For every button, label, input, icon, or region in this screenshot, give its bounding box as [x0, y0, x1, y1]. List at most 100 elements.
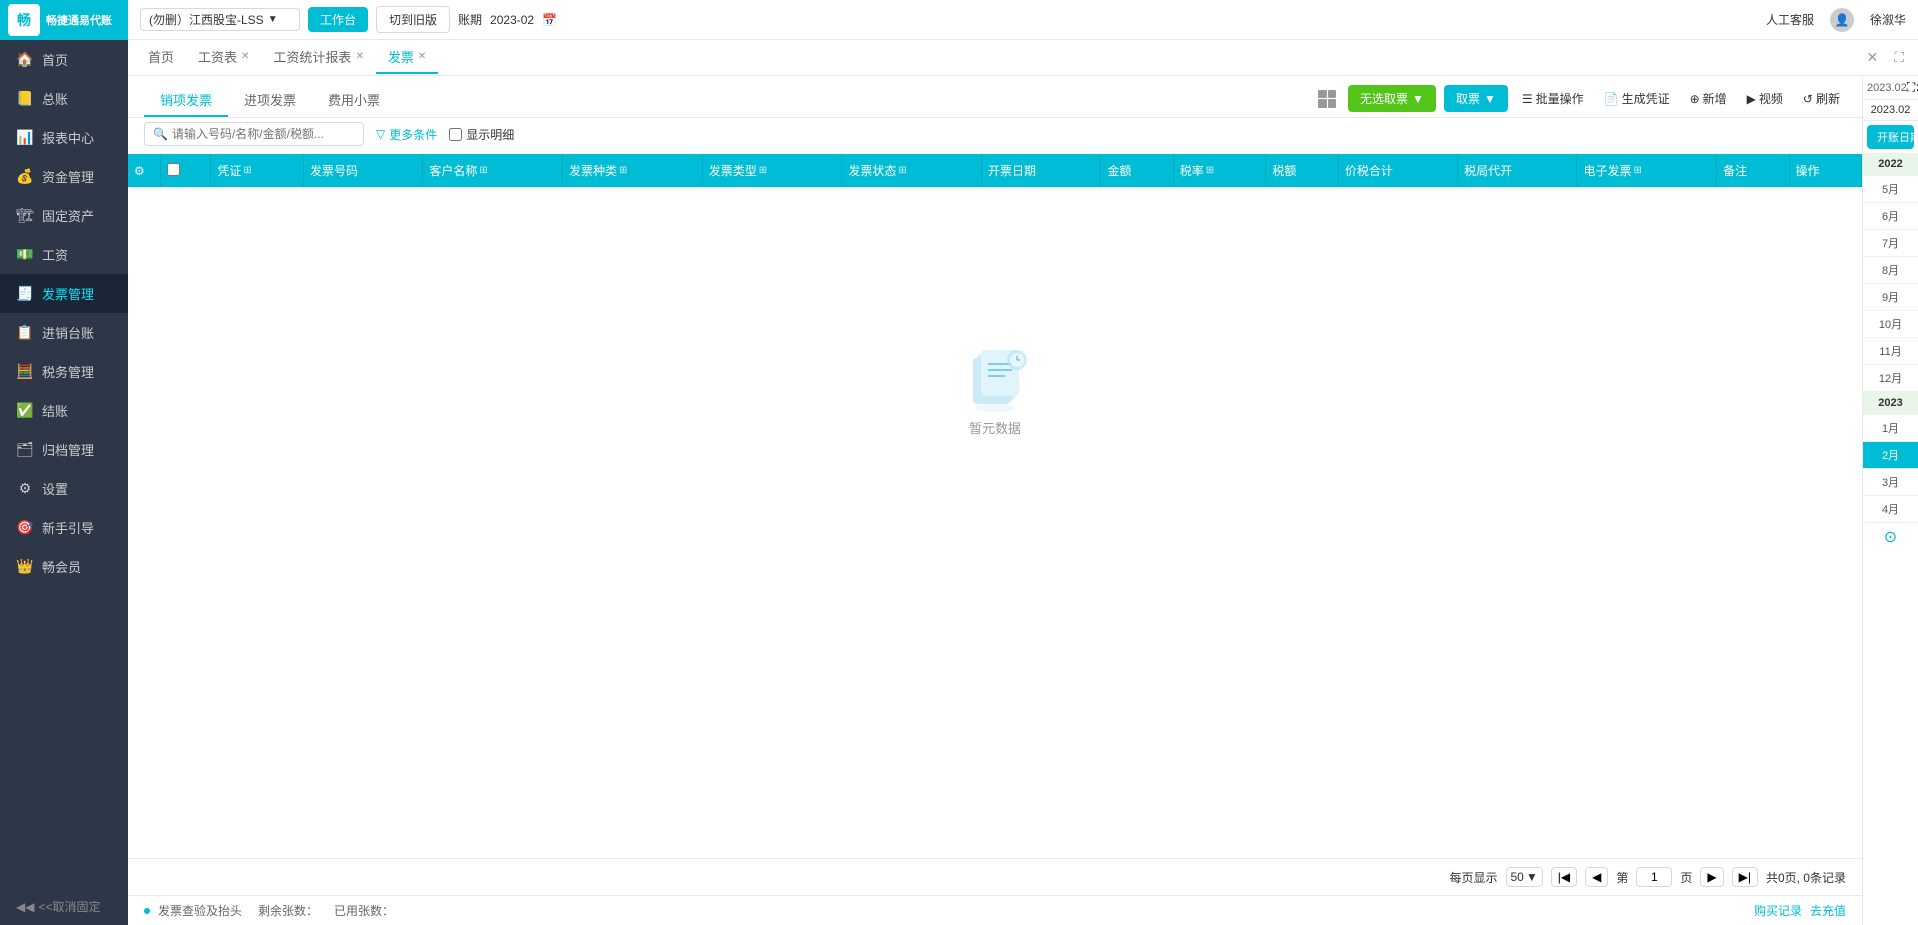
sidebar-item-reports[interactable]: 📊 报表中心	[0, 118, 128, 157]
invoice-type-filter-icon[interactable]: ⊞	[619, 165, 627, 176]
gen-voucher-button[interactable]: 📄 生成凭证	[1598, 86, 1676, 111]
more-filter-button[interactable]: ▽ 更多条件	[376, 126, 437, 143]
month-2023-04[interactable]: 4月	[1863, 496, 1918, 523]
company-selector[interactable]: (勿删）江西股宝-LSS ▼	[140, 8, 300, 31]
voucher-filter-icon[interactable]: ⊞	[243, 165, 251, 176]
col-voucher-label: 凭证	[217, 162, 241, 179]
new-button[interactable]: ⊕ 新增	[1684, 86, 1733, 111]
sidebar-item-checkout[interactable]: ✅ 结账	[0, 391, 128, 430]
tabs-expand-button[interactable]: ⛶	[1888, 47, 1910, 68]
invoice-kind-filter-icon[interactable]: ⊞	[759, 165, 767, 176]
sidebar-item-guide[interactable]: 🎯 新手引导	[0, 508, 128, 547]
new-label: 新增	[1703, 90, 1727, 107]
tax-rate-filter-icon[interactable]: ⊞	[1206, 165, 1214, 176]
sidebar-item-ledger[interactable]: 📒 总账	[0, 79, 128, 118]
month-2022-08[interactable]: 8月	[1863, 257, 1918, 284]
sidebar-item-archive[interactable]: 🗂 归档管理	[0, 430, 128, 469]
sidebar-item-assets[interactable]: 🏗 固定资产	[0, 196, 128, 235]
open-period-button[interactable]: 开账日期	[1867, 125, 1914, 149]
support-btn[interactable]: 人工客服	[1766, 11, 1814, 28]
customer-filter-icon[interactable]: ⊞	[479, 165, 487, 176]
sub-tab-outbound[interactable]: 销项发票	[144, 84, 228, 117]
col-tax-amount-label: 税额	[1272, 164, 1296, 178]
tab-invoice-close-icon[interactable]: ✕	[418, 51, 426, 62]
checkout-icon: ✅	[16, 402, 34, 420]
workspace-button[interactable]: 工作台	[308, 7, 368, 32]
sidebar-item-settings[interactable]: ⚙ 设置	[0, 469, 128, 508]
date-panel-expand-icon[interactable]: ⛶	[1907, 80, 1915, 95]
month-2023-01[interactable]: 1月	[1863, 415, 1918, 442]
col-tax-rate-label: 税率	[1180, 162, 1204, 179]
next-page-button[interactable]: ▶	[1700, 867, 1723, 887]
column-settings-icon[interactable]	[1318, 90, 1336, 108]
col-invoice-status-label: 发票状态	[848, 162, 896, 179]
month-2023-03[interactable]: 3月	[1863, 469, 1918, 496]
month-2023-02[interactable]: 2月	[1863, 442, 1918, 469]
prev-page-button[interactable]: ◀	[1585, 867, 1608, 887]
sidebar-item-member[interactable]: 👑 畅会员	[0, 547, 128, 586]
date-panel: 2023.02 ⛶ ✕ 2023.02 开账日期 2022 5月 6月 7月 8…	[1862, 76, 1918, 925]
year-2023-label: 2023	[1863, 392, 1918, 415]
page-label-end: 页	[1680, 869, 1692, 886]
search-input[interactable]	[172, 127, 355, 141]
buy-record-link[interactable]: 购买记录	[1754, 902, 1802, 919]
collapse-label: <<取消固定	[38, 898, 100, 915]
sidebar-item-home[interactable]: 🏠 首页	[0, 40, 128, 79]
col-amount-label: 金额	[1107, 164, 1131, 178]
col-invoice-kind: 发票类型 ⊞	[702, 154, 842, 187]
page-number-input[interactable]	[1636, 867, 1672, 887]
sub-tab-receipts[interactable]: 费用小票	[312, 84, 396, 117]
user-name: 徐溆华	[1870, 11, 1906, 28]
col-remarks: 备注	[1717, 154, 1789, 187]
month-2022-09[interactable]: 9月	[1863, 284, 1918, 311]
empty-state-icon	[955, 338, 1035, 418]
remaining-label: 剩余张数：	[258, 904, 318, 918]
invoice-status-filter-icon[interactable]: ⊞	[898, 165, 906, 176]
year-2022-label: 2022	[1863, 153, 1918, 176]
tab-salary-close-icon[interactable]: ✕	[241, 51, 249, 62]
recharge-link[interactable]: 去充值	[1810, 902, 1846, 919]
tab-salary[interactable]: 工资表 ✕	[186, 41, 261, 74]
sidebar-collapse-btn[interactable]: ◀◀ <<取消固定	[0, 888, 128, 925]
batch-ops-button[interactable]: ☰ 批量操作	[1516, 86, 1590, 111]
show-detail-toggle[interactable]: 显示明细	[449, 126, 514, 143]
sidebar-item-funds[interactable]: 💰 资金管理	[0, 157, 128, 196]
show-detail-label: 显示明细	[466, 126, 514, 143]
tab-salary-report-close-icon[interactable]: ✕	[355, 51, 363, 62]
col-tax-open: 税局代开	[1458, 154, 1577, 187]
month-2022-06[interactable]: 6月	[1863, 203, 1918, 230]
per-page-select[interactable]: 50 ▼	[1506, 867, 1543, 887]
switch-old-button[interactable]: 切到旧版	[376, 6, 450, 33]
pick-chevron-icon: ▼	[1484, 92, 1496, 106]
calendar-icon: 📅	[542, 13, 557, 27]
video-button[interactable]: ▶ 视频	[1741, 86, 1789, 111]
sidebar-item-invoice[interactable]: 🧾 发票管理	[0, 274, 128, 313]
sidebar-item-salary[interactable]: 💵 工资	[0, 235, 128, 274]
batch-ops-label: 批量操作	[1536, 90, 1584, 107]
month-2022-12[interactable]: 12月	[1863, 365, 1918, 392]
tabs-close-button[interactable]: ✕	[1860, 47, 1884, 68]
month-2022-10[interactable]: 10月	[1863, 311, 1918, 338]
sub-tab-inbound[interactable]: 进项发票	[228, 84, 312, 117]
sidebar-item-sales[interactable]: 📋 进销台账	[0, 313, 128, 352]
month-2022-07[interactable]: 7月	[1863, 230, 1918, 257]
month-2022-05[interactable]: 5月	[1863, 176, 1918, 203]
tab-salary-report[interactable]: 工资统计报表 ✕	[261, 41, 375, 74]
show-detail-checkbox[interactable]	[449, 128, 462, 141]
refresh-button[interactable]: ↺ 刷新	[1797, 86, 1846, 111]
col-invoice-type: 发票种类 ⊞	[563, 154, 703, 187]
select-all-checkbox[interactable]	[167, 163, 180, 176]
first-page-button[interactable]: |◀	[1551, 867, 1577, 887]
sidebar-item-label: 发票管理	[42, 284, 94, 303]
sidebar-item-tax[interactable]: 🧮 税务管理	[0, 352, 128, 391]
tab-invoice[interactable]: 发票 ✕	[376, 41, 438, 74]
tabs-bar: 首页 工资表 ✕ 工资统计报表 ✕ 发票 ✕ ✕ ⛶	[128, 40, 1918, 76]
tab-home[interactable]: 首页	[136, 41, 186, 74]
search-box[interactable]: 🔍	[144, 122, 364, 146]
no-pick-button[interactable]: 无选取票 ▼	[1348, 85, 1436, 112]
pick-button[interactable]: 取票 ▼	[1444, 85, 1508, 112]
last-page-button[interactable]: ▶|	[1732, 867, 1758, 887]
month-2022-11[interactable]: 11月	[1863, 338, 1918, 365]
date-panel-header2[interactable]: 2023.02	[1863, 100, 1918, 121]
e-invoice-filter-icon[interactable]: ⊞	[1633, 165, 1641, 176]
